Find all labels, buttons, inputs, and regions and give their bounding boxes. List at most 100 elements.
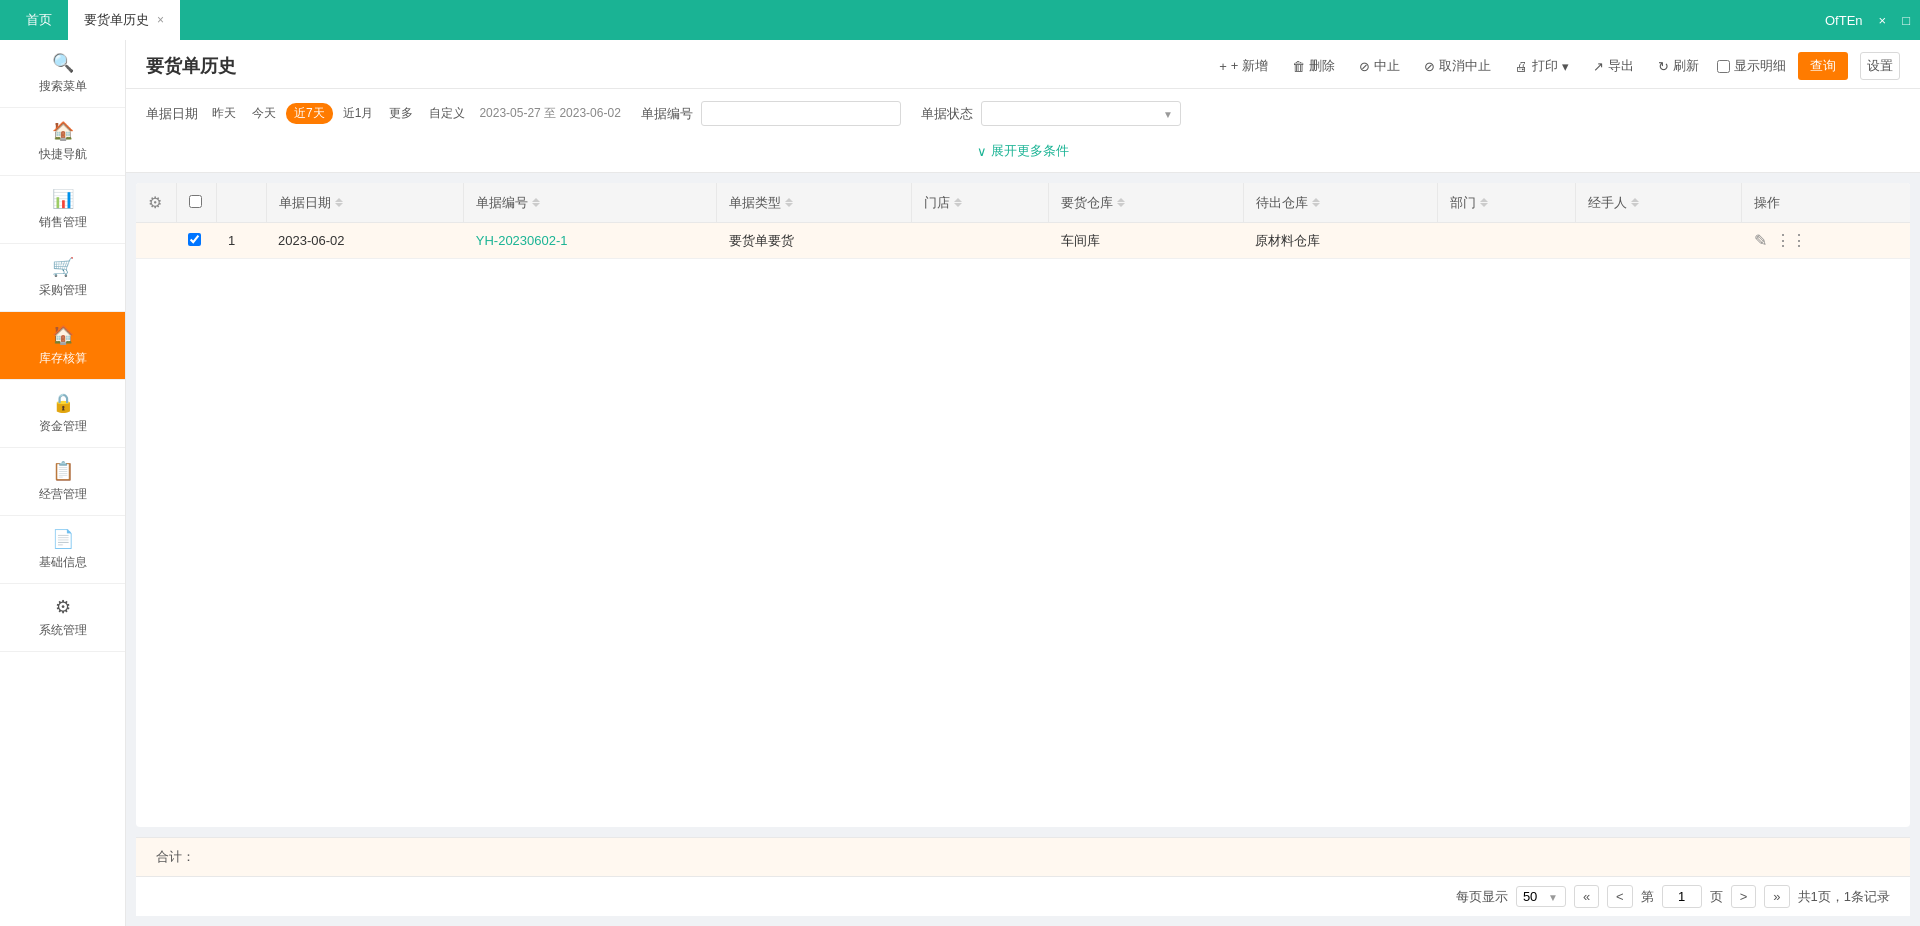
page-input[interactable] (1662, 885, 1702, 908)
row-pending-warehouse-cell: 原材料仓库 (1243, 223, 1437, 259)
tab-close-icon[interactable]: × (157, 13, 164, 27)
date-more[interactable]: 更多 (383, 103, 419, 124)
sidebar-item-sales-mgmt[interactable]: 📊 销售管理 (0, 176, 125, 244)
settings-button[interactable]: 设置 (1860, 52, 1900, 80)
sort-up-icon (1312, 198, 1320, 202)
doc-number-input[interactable] (701, 101, 901, 126)
col-checkbox (176, 183, 216, 223)
new-icon: + (1219, 59, 1227, 74)
sort-up-icon (335, 198, 343, 202)
sort-down-icon (335, 203, 343, 207)
settings-label: 设置 (1867, 57, 1893, 75)
stop-button[interactable]: ⊘ 中止 (1353, 53, 1406, 79)
main-layout: 🔍 搜索菜单 🏠 快捷导航 📊 销售管理 🛒 采购管理 🏠 库存核算 🔒 资金管… (0, 40, 1920, 926)
col-date: 单据日期 (266, 183, 464, 223)
col-department-sort-icon[interactable] (1480, 198, 1488, 207)
sort-down-icon (785, 203, 793, 207)
row-doctype-cell: 要货单要货 (717, 223, 911, 259)
row-checkbox[interactable] (188, 233, 201, 246)
page-next-button[interactable]: > (1731, 885, 1757, 908)
print-button[interactable]: 🖨 打印 ▾ (1509, 53, 1575, 79)
col-docno-sort-icon[interactable] (532, 198, 540, 207)
sidebar-item-basic-info[interactable]: 📄 基础信息 (0, 516, 125, 584)
status-select[interactable] (981, 101, 1181, 126)
top-bar-right: OfTEn × □ (1825, 13, 1910, 28)
expand-icon: ∨ (977, 144, 987, 159)
col-action-label: 操作 (1754, 195, 1780, 210)
table-settings-icon[interactable]: ⚙ (148, 194, 162, 211)
system-mgmt-icon: ⚙ (55, 596, 71, 618)
export-button[interactable]: ↗ 导出 (1587, 53, 1640, 79)
page-first-button[interactable]: « (1574, 885, 1599, 908)
expand-more-button[interactable]: ∨ 展开更多条件 (977, 142, 1069, 160)
sort-down-icon (1631, 203, 1639, 207)
footer-total: 合计： (136, 837, 1910, 876)
status-label: 单据状态 (921, 105, 973, 123)
date-shortcuts: 昨天 今天 近7天 近1月 更多 自定义 (206, 103, 471, 124)
top-bar-tabs: 首页 要货单历史 × (10, 0, 1825, 40)
col-handler-label: 经手人 (1588, 194, 1627, 212)
stop-label: 中止 (1374, 57, 1400, 75)
tab-home[interactable]: 首页 (10, 0, 68, 40)
data-table: ⚙ 单据日期 (136, 183, 1910, 259)
sidebar-item-system-mgmt[interactable]: ⚙ 系统管理 (0, 584, 125, 652)
status-filter-group: 单据状态 (921, 101, 1181, 126)
sidebar-item-quick-nav[interactable]: 🏠 快捷导航 (0, 108, 125, 176)
cancel-stop-icon: ⊘ (1424, 59, 1435, 74)
col-store-sort-icon[interactable] (954, 198, 962, 207)
col-docno-label: 单据编号 (476, 194, 528, 212)
date-custom[interactable]: 自定义 (423, 103, 471, 124)
page-prev-button[interactable]: < (1607, 885, 1633, 908)
sidebar-item-inventory[interactable]: 🏠 库存核算 (0, 312, 125, 380)
row-delete-icon[interactable]: ⋮⋮ (1775, 231, 1807, 250)
col-handler-sort-icon[interactable] (1631, 198, 1639, 207)
refresh-button[interactable]: ↻ 刷新 (1652, 53, 1705, 79)
query-button[interactable]: 查询 (1798, 52, 1848, 80)
purchase-mgmt-icon: 🛒 (52, 256, 74, 278)
row-docno-link[interactable]: YH-20230602-1 (476, 233, 568, 248)
col-req-warehouse-sort-icon[interactable] (1117, 198, 1125, 207)
per-page-select[interactable]: 50 100 200 (1516, 886, 1566, 907)
row-settings-cell (136, 223, 176, 259)
toolbar: + + 新增 🗑 删除 ⊘ 中止 ⊘ 取消中止 🖨 打印 (1213, 52, 1900, 80)
cancel-stop-button[interactable]: ⊘ 取消中止 (1418, 53, 1497, 79)
sort-up-icon (1117, 198, 1125, 202)
sort-up-icon (1631, 198, 1639, 202)
display-detail-button[interactable]: 显示明细 (1717, 57, 1786, 75)
sidebar-item-operations-mgmt[interactable]: 📋 经营管理 (0, 448, 125, 516)
col-department-label: 部门 (1450, 194, 1476, 212)
sidebar-item-purchase-mgmt[interactable]: 🛒 采购管理 (0, 244, 125, 312)
new-button[interactable]: + + 新增 (1213, 53, 1274, 79)
date-today[interactable]: 今天 (246, 103, 282, 124)
row-checkbox-cell (176, 223, 216, 259)
sidebar-item-finance-mgmt-label: 资金管理 (39, 418, 87, 435)
sort-down-icon (1117, 203, 1125, 207)
col-doctype-sort-icon[interactable] (785, 198, 793, 207)
page-title: 要货单历史 (146, 54, 236, 78)
col-pending-warehouse-sort-icon[interactable] (1312, 198, 1320, 207)
col-doctype-label: 单据类型 (729, 194, 781, 212)
print-icon: 🖨 (1515, 59, 1528, 74)
col-store: 门店 (911, 183, 1049, 223)
display-detail-checkbox[interactable] (1717, 60, 1730, 73)
row-edit-icon[interactable]: ✎ (1754, 231, 1767, 250)
col-date-label: 单据日期 (279, 194, 331, 212)
close-window-icon[interactable]: × (1879, 13, 1887, 28)
col-req-warehouse: 要货仓库 (1049, 183, 1243, 223)
sidebar-item-search-menu[interactable]: 🔍 搜索菜单 (0, 40, 125, 108)
tab-requisition-history[interactable]: 要货单历史 × (68, 0, 180, 40)
sidebar-item-finance-mgmt[interactable]: 🔒 资金管理 (0, 380, 125, 448)
row-date-cell: 2023-06-02 (266, 223, 464, 259)
delete-button[interactable]: 🗑 删除 (1286, 53, 1341, 79)
page-last-button[interactable]: » (1764, 885, 1789, 908)
sidebar-item-search-menu-label: 搜索菜单 (39, 78, 87, 95)
select-all-checkbox[interactable] (189, 195, 202, 208)
row-date: 2023-06-02 (278, 233, 345, 248)
query-label: 查询 (1810, 57, 1836, 75)
date-last1month[interactable]: 近1月 (337, 103, 380, 124)
col-date-sort-icon[interactable] (335, 198, 343, 207)
minimize-window-icon[interactable]: □ (1902, 13, 1910, 28)
date-yesterday[interactable]: 昨天 (206, 103, 242, 124)
date-last7days[interactable]: 近7天 (286, 103, 333, 124)
table-body: 1 2023-06-02 YH-20230602-1 要货单要货 (136, 223, 1910, 259)
